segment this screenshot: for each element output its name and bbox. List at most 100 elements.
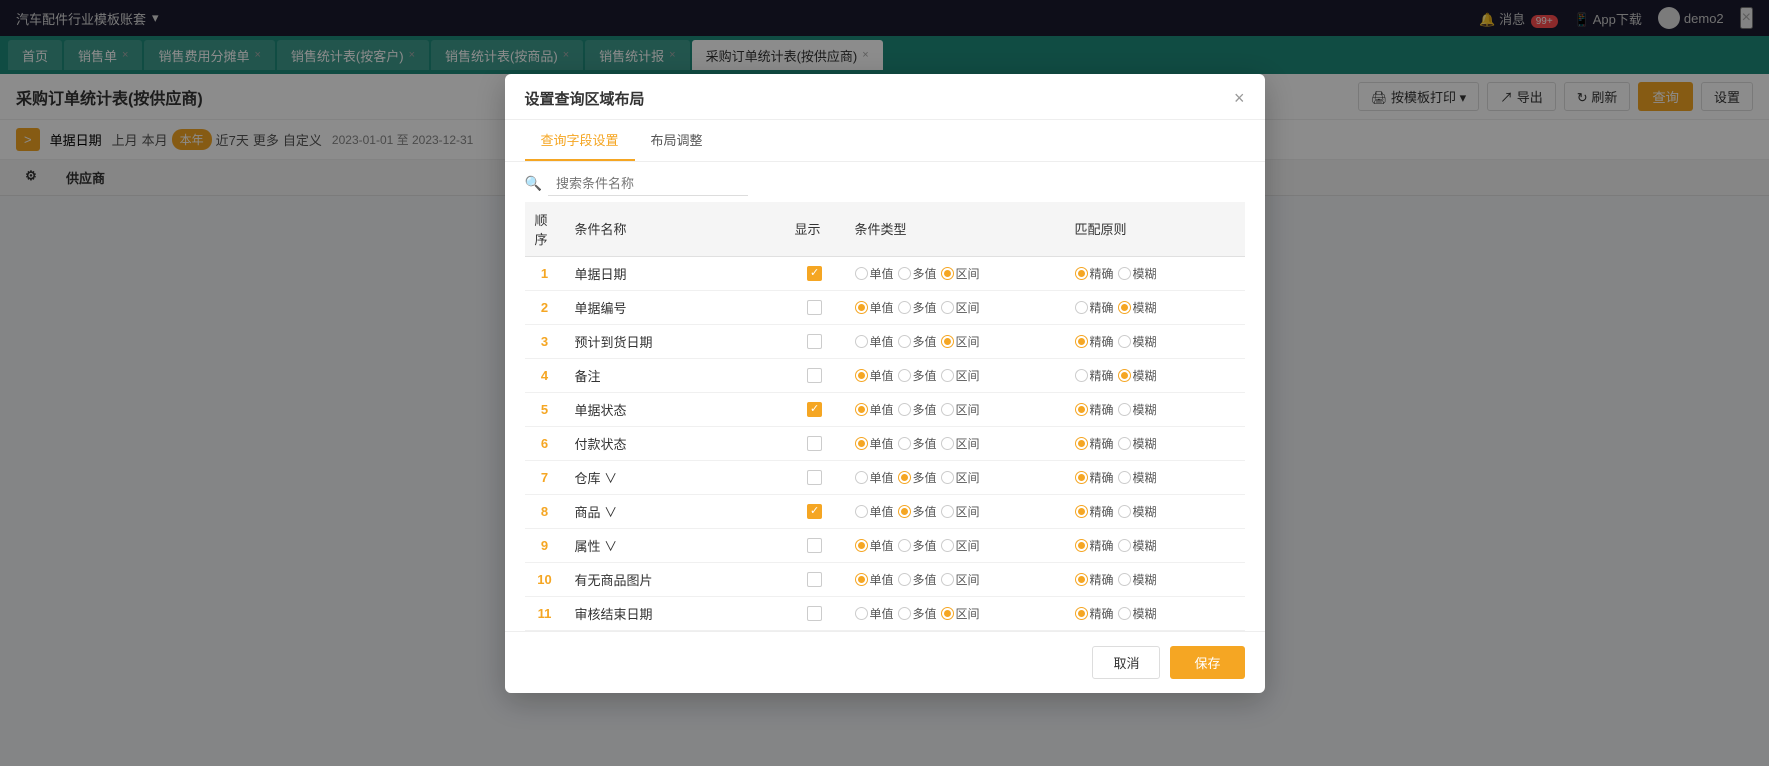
radio-button[interactable]: [1118, 369, 1131, 382]
type-radio-item[interactable]: 多值: [898, 401, 937, 418]
radio-button[interactable]: [941, 335, 954, 348]
radio-button[interactable]: [1118, 437, 1131, 450]
type-radio-item[interactable]: 多值: [898, 605, 937, 622]
match-radio-item[interactable]: 精确: [1075, 367, 1114, 384]
radio-button[interactable]: [941, 301, 954, 314]
radio-button[interactable]: [855, 539, 868, 552]
radio-button[interactable]: [855, 437, 868, 450]
match-radio-item[interactable]: 模糊: [1118, 333, 1157, 350]
type-radio-item[interactable]: 区间: [941, 299, 980, 316]
radio-button[interactable]: [941, 267, 954, 280]
match-radio-item[interactable]: 模糊: [1118, 605, 1157, 622]
radio-button[interactable]: [941, 607, 954, 620]
radio-button[interactable]: [898, 403, 911, 416]
radio-button[interactable]: [1075, 539, 1088, 552]
radio-button[interactable]: [1075, 403, 1088, 416]
display-checkbox[interactable]: [807, 300, 822, 315]
radio-button[interactable]: [855, 403, 868, 416]
radio-button[interactable]: [941, 471, 954, 484]
match-radio-item[interactable]: 精确: [1075, 435, 1114, 452]
match-radio-item[interactable]: 精确: [1075, 333, 1114, 350]
radio-button[interactable]: [941, 539, 954, 552]
radio-button[interactable]: [855, 573, 868, 586]
type-radio-item[interactable]: 多值: [898, 571, 937, 588]
radio-button[interactable]: [1075, 301, 1088, 314]
radio-button[interactable]: [898, 607, 911, 620]
radio-button[interactable]: [941, 403, 954, 416]
radio-button[interactable]: [855, 505, 868, 518]
display-checkbox[interactable]: [807, 606, 822, 621]
match-radio-item[interactable]: 模糊: [1118, 265, 1157, 282]
type-radio-item[interactable]: 单值: [855, 469, 894, 486]
radio-button[interactable]: [1118, 539, 1131, 552]
display-checkbox[interactable]: [807, 436, 822, 451]
type-radio-item[interactable]: 多值: [898, 503, 937, 520]
match-radio-item[interactable]: 模糊: [1118, 571, 1157, 588]
type-radio-item[interactable]: 区间: [941, 435, 980, 452]
radio-button[interactable]: [898, 335, 911, 348]
radio-button[interactable]: [898, 267, 911, 280]
radio-button[interactable]: [1075, 471, 1088, 484]
radio-button[interactable]: [1118, 301, 1131, 314]
radio-button[interactable]: [1075, 267, 1088, 280]
type-radio-item[interactable]: 区间: [941, 367, 980, 384]
type-radio-item[interactable]: 单值: [855, 605, 894, 622]
radio-button[interactable]: [855, 335, 868, 348]
radio-button[interactable]: [1118, 267, 1131, 280]
match-radio-item[interactable]: 模糊: [1118, 367, 1157, 384]
display-checkbox[interactable]: [807, 538, 822, 553]
radio-button[interactable]: [1118, 403, 1131, 416]
radio-button[interactable]: [1075, 335, 1088, 348]
radio-button[interactable]: [898, 437, 911, 450]
type-radio-item[interactable]: 区间: [941, 469, 980, 486]
match-radio-item[interactable]: 精确: [1075, 469, 1114, 486]
radio-button[interactable]: [1118, 505, 1131, 518]
save-button[interactable]: 保存: [1170, 646, 1244, 679]
type-radio-item[interactable]: 单值: [855, 333, 894, 350]
type-radio-item[interactable]: 多值: [898, 265, 937, 282]
type-radio-item[interactable]: 单值: [855, 299, 894, 316]
radio-button[interactable]: [855, 607, 868, 620]
dialog-tab-layout[interactable]: 布局调整: [635, 120, 719, 161]
radio-button[interactable]: [898, 539, 911, 552]
radio-button[interactable]: [1075, 573, 1088, 586]
match-radio-item[interactable]: 模糊: [1118, 469, 1157, 486]
radio-button[interactable]: [1075, 607, 1088, 620]
match-radio-item[interactable]: 精确: [1075, 537, 1114, 554]
radio-button[interactable]: [898, 471, 911, 484]
radio-button[interactable]: [1118, 573, 1131, 586]
radio-button[interactable]: [1118, 607, 1131, 620]
display-checkbox[interactable]: [807, 504, 822, 519]
radio-button[interactable]: [1118, 471, 1131, 484]
match-radio-item[interactable]: 模糊: [1118, 537, 1157, 554]
type-radio-item[interactable]: 多值: [898, 333, 937, 350]
type-radio-item[interactable]: 单值: [855, 571, 894, 588]
type-radio-item[interactable]: 单值: [855, 435, 894, 452]
display-checkbox[interactable]: [807, 266, 822, 281]
type-radio-item[interactable]: 单值: [855, 537, 894, 554]
type-radio-item[interactable]: 区间: [941, 571, 980, 588]
radio-button[interactable]: [898, 301, 911, 314]
radio-button[interactable]: [941, 505, 954, 518]
radio-button[interactable]: [941, 573, 954, 586]
match-radio-item[interactable]: 精确: [1075, 605, 1114, 622]
type-radio-item[interactable]: 单值: [855, 401, 894, 418]
type-radio-item[interactable]: 多值: [898, 299, 937, 316]
type-radio-item[interactable]: 区间: [941, 605, 980, 622]
display-checkbox[interactable]: [807, 334, 822, 349]
radio-button[interactable]: [941, 369, 954, 382]
radio-button[interactable]: [1075, 505, 1088, 518]
radio-button[interactable]: [1075, 437, 1088, 450]
type-radio-item[interactable]: 多值: [898, 469, 937, 486]
match-radio-item[interactable]: 精确: [1075, 265, 1114, 282]
display-checkbox[interactable]: [807, 402, 822, 417]
dialog-tab-query-fields[interactable]: 查询字段设置: [525, 120, 635, 161]
radio-button[interactable]: [855, 471, 868, 484]
radio-button[interactable]: [898, 505, 911, 518]
radio-button[interactable]: [855, 369, 868, 382]
radio-button[interactable]: [941, 437, 954, 450]
type-radio-item[interactable]: 区间: [941, 333, 980, 350]
type-radio-item[interactable]: 区间: [941, 401, 980, 418]
display-checkbox[interactable]: [807, 368, 822, 383]
type-radio-item[interactable]: 单值: [855, 265, 894, 282]
